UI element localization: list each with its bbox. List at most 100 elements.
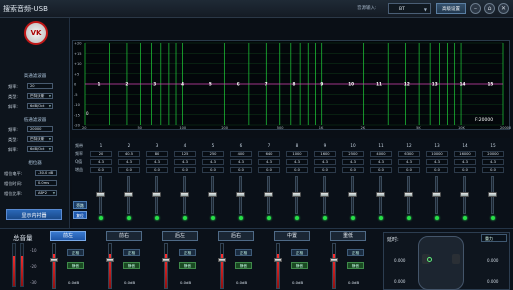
phase-level-input[interactable]: -30.0 dB	[35, 170, 57, 176]
eq-band-gain[interactable]: 0.0	[398, 167, 420, 173]
eq-slider-knob[interactable]	[376, 192, 385, 197]
minimize-button[interactable]: –	[470, 3, 481, 14]
channel-phase-button[interactable]: 正相	[179, 249, 196, 256]
eq-slider-knob[interactable]	[404, 192, 413, 197]
eq-slider-knob[interactable]	[124, 192, 133, 197]
eq-band-freq[interactable]: 16000	[454, 151, 476, 157]
eq-band-q[interactable]: 4.3	[286, 159, 308, 165]
eq-band-freq[interactable]: 6300	[398, 151, 420, 157]
hpf-type-select[interactable]: 巴特沃斯 ▼	[27, 93, 53, 99]
eq-band-gain[interactable]: 0.0	[370, 167, 392, 173]
band-marker[interactable]: 15	[488, 82, 494, 87]
eq-slider-knob[interactable]	[488, 192, 497, 197]
band-marker[interactable]: 13	[432, 82, 438, 87]
close-button[interactable]: ✕	[498, 3, 509, 14]
seat-front-right-icon[interactable]	[452, 254, 460, 264]
fader-knob[interactable]	[274, 258, 282, 262]
band-marker[interactable]: 6	[237, 82, 240, 87]
band-marker[interactable]: 4	[181, 82, 184, 87]
eq-band-q[interactable]: 4.3	[174, 159, 196, 165]
eq-band-freq[interactable]: 2500	[342, 151, 364, 157]
eq-band-q[interactable]: 4.3	[90, 159, 112, 165]
eq-band-q[interactable]: 4.3	[230, 159, 252, 165]
channel-tab[interactable]: 后左	[162, 231, 198, 241]
delay-rear-left-value[interactable]: 0.000	[394, 279, 405, 284]
channel-phase-button[interactable]: 正相	[235, 249, 252, 256]
eq-band-q[interactable]: 4.3	[370, 159, 392, 165]
eq-slider-knob[interactable]	[320, 192, 329, 197]
eq-slider-knob[interactable]	[180, 192, 189, 197]
band-marker[interactable]: 8	[293, 82, 296, 87]
eq-response-graph[interactable]: +20 +15 +10 +5 0 -5 -10 -15 -20 20 50 100 200 500 1K 2K…	[72, 40, 511, 130]
eq-bypass-button[interactable]: 旁路	[73, 201, 87, 209]
source-select[interactable]: BT ▼	[388, 3, 431, 14]
lpf-type-select[interactable]: 巴特沃斯 ▼	[27, 136, 53, 142]
delay-mode-select[interactable]: 重力	[481, 234, 507, 242]
eq-band-freq[interactable]: 1000	[286, 151, 308, 157]
restore-button[interactable]: ⌂	[484, 3, 495, 14]
eq-slider-knob[interactable]	[152, 192, 161, 197]
eq-band-gain[interactable]: 0.0	[90, 167, 112, 173]
show-lining-button[interactable]: 显示内衬器	[6, 209, 62, 220]
eq-band-q[interactable]: 4.3	[202, 159, 224, 165]
channel-mute-button[interactable]: 静音	[347, 262, 364, 269]
fader-knob[interactable]	[50, 258, 58, 262]
channel-phase-button[interactable]: 正相	[67, 249, 84, 256]
eq-band-gain[interactable]: 0.0	[230, 167, 252, 173]
channel-fader[interactable]	[276, 243, 280, 289]
eq-slider-knob[interactable]	[236, 192, 245, 197]
eq-slider-knob[interactable]	[96, 192, 105, 197]
eq-band-freq[interactable]: 40.5	[118, 151, 140, 157]
channel-mute-button[interactable]: 静音	[67, 262, 84, 269]
eq-band-freq[interactable]: 400	[230, 151, 252, 157]
eq-band-freq[interactable]: 80	[146, 151, 168, 157]
eq-band-gain[interactable]: 0.0	[202, 167, 224, 173]
hpf-slope-select[interactable]: 6dB/Oct ▼	[27, 103, 53, 109]
eq-band-gain[interactable]: 0.0	[314, 167, 336, 173]
fader-knob[interactable]	[330, 258, 338, 262]
eq-band-gain[interactable]: 0.0	[286, 167, 308, 173]
hpf-freq-input[interactable]: 20	[27, 83, 53, 89]
fader-knob[interactable]	[106, 258, 114, 262]
band-marker[interactable]: 5	[209, 82, 212, 87]
phase-time-input[interactable]: 0.0ms	[35, 180, 57, 186]
eq-band-freq[interactable]: 20	[90, 151, 112, 157]
eq-slider-knob[interactable]	[460, 192, 469, 197]
channel-mute-button[interactable]: 静音	[179, 262, 196, 269]
channel-mute-button[interactable]: 静音	[235, 262, 252, 269]
eq-band-gain[interactable]: 0.0	[258, 167, 280, 173]
band-marker[interactable]: 10	[348, 82, 354, 87]
eq-band-q[interactable]: 4.3	[314, 159, 336, 165]
channel-fader[interactable]	[164, 243, 168, 289]
delay-front-right-value[interactable]: 0.000	[487, 258, 498, 263]
channel-tab[interactable]: 重低	[330, 231, 366, 241]
channel-fader[interactable]	[52, 243, 56, 289]
band-marker[interactable]: 3	[153, 82, 156, 87]
eq-band-freq[interactable]: 4000	[370, 151, 392, 157]
eq-band-freq[interactable]: 10000	[426, 151, 448, 157]
band-marker[interactable]: 11	[376, 82, 382, 87]
channel-mute-button[interactable]: 静音	[123, 262, 140, 269]
eq-band-q[interactable]: 4.3	[454, 159, 476, 165]
lpf-slope-select[interactable]: 6dB/Oct ▼	[27, 146, 53, 152]
band-marker[interactable]: 9	[320, 82, 323, 87]
eq-band-q[interactable]: 4.3	[118, 159, 140, 165]
fader-knob[interactable]	[162, 258, 170, 262]
channel-fader[interactable]	[332, 243, 336, 289]
delay-rear-right-value[interactable]: 0.000	[487, 279, 498, 284]
eq-band-q[interactable]: 4.3	[258, 159, 280, 165]
eq-band-freq[interactable]: 20000	[482, 151, 504, 157]
band-marker[interactable]: 2	[125, 82, 128, 87]
eq-band-q[interactable]: 4.3	[426, 159, 448, 165]
eq-band-freq[interactable]: 125	[174, 151, 196, 157]
channel-mute-button[interactable]: 静音	[291, 262, 308, 269]
eq-slider-knob[interactable]	[292, 192, 301, 197]
advanced-settings-button[interactable]: 高级设置	[436, 3, 466, 14]
band-marker[interactable]: 7	[265, 82, 268, 87]
eq-band-freq[interactable]: 640	[258, 151, 280, 157]
band-marker[interactable]: 14	[460, 82, 466, 87]
phase-ratio-select[interactable]: AB*2 ▼	[35, 190, 57, 196]
channel-tab[interactable]: 前右	[106, 231, 142, 241]
delay-front-left-value[interactable]: 0.000	[394, 258, 405, 263]
eq-band-freq[interactable]: 1600	[314, 151, 336, 157]
